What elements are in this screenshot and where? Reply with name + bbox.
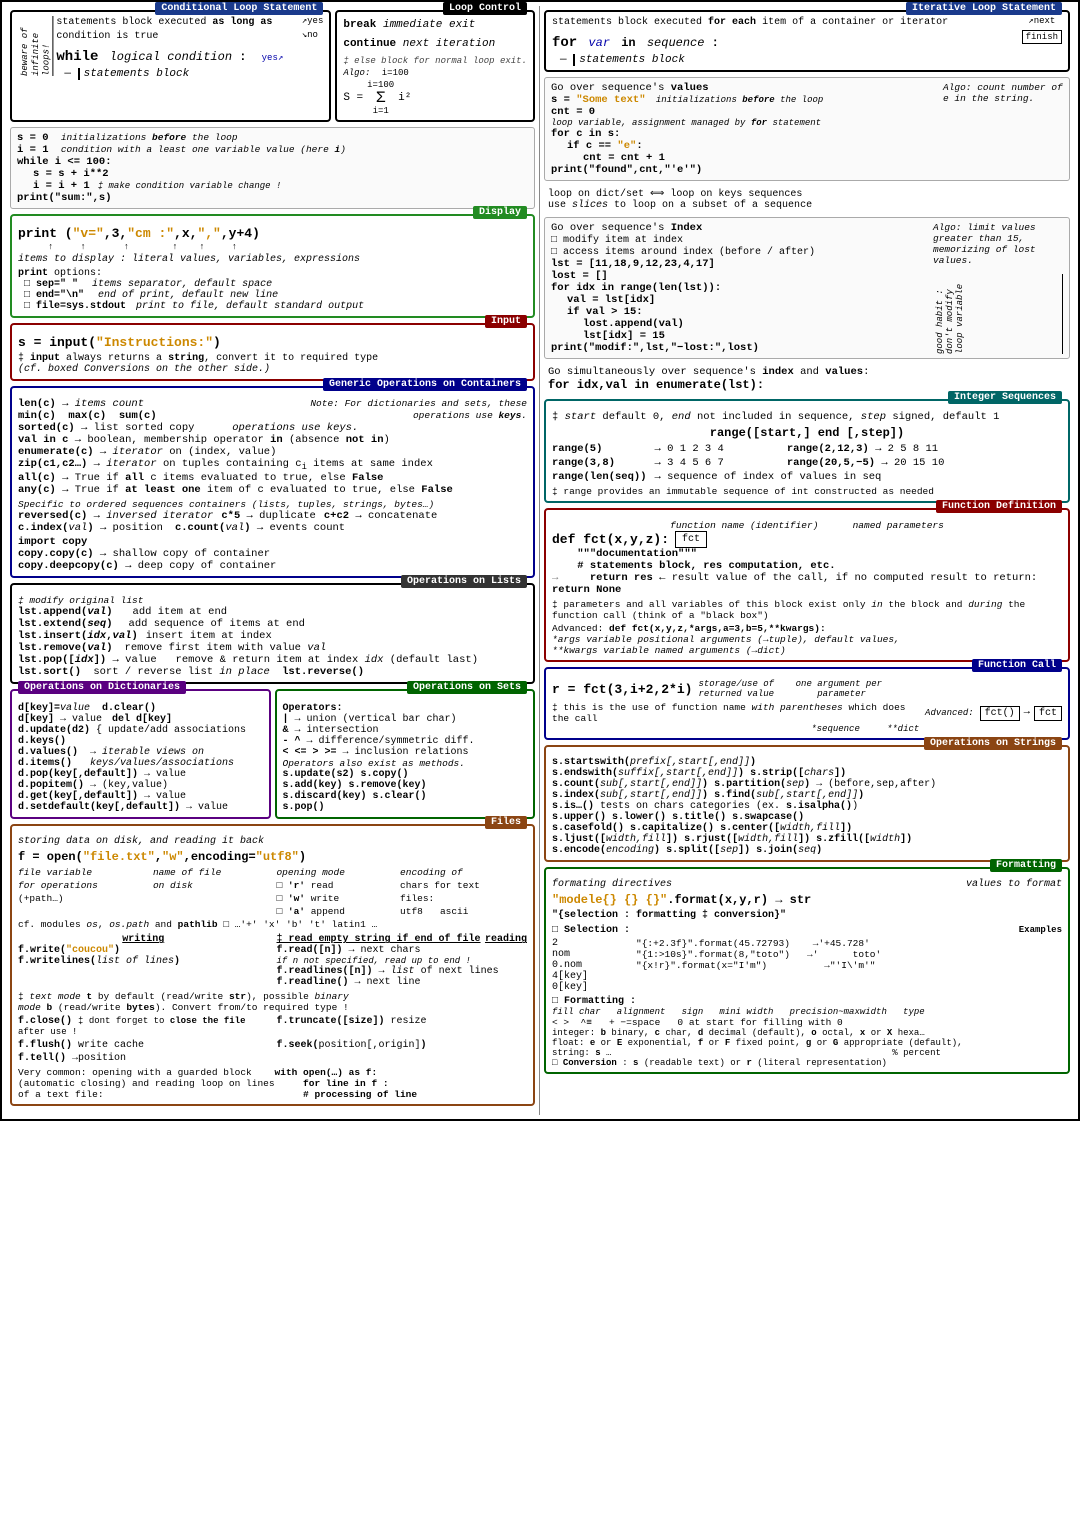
else-note: ‡ else block for normal loop exit. bbox=[343, 56, 527, 66]
formatting-title: Formatting bbox=[990, 859, 1062, 872]
input-cf-note: (cf. boxed Conversions on the other side… bbox=[18, 364, 527, 375]
ops-dict-content: d[key]=value d.clear() d[key] → value de… bbox=[18, 703, 263, 813]
str-ops-title: Operations on Strings bbox=[924, 737, 1062, 750]
for-example-values: Go over sequence's values s = "Some text… bbox=[544, 77, 1070, 181]
ops-lists-title: Operations on Lists bbox=[401, 575, 527, 588]
int-seq-content: ‡ start default 0, end not included in s… bbox=[552, 411, 1062, 497]
ops-lists-section: Operations on Lists ‡ modify original li… bbox=[10, 583, 535, 684]
print-file: □ file=sys.stdout print to file, default… bbox=[24, 301, 527, 312]
yes-no-label: ↗yes ↘no bbox=[302, 16, 324, 80]
for-loop-notes: loop on dict/set ⟺ loop on keys sequence… bbox=[544, 186, 1070, 213]
right-column: Iterative Loop Statement statements bloc… bbox=[540, 6, 1074, 1115]
generic-ops-section: Generic Operations on Containers len(c) … bbox=[10, 386, 535, 578]
while-ex-body: s = s + i**2 i = i + 1 ‡ make condition … bbox=[17, 168, 528, 192]
generic-ops-title: Generic Operations on Containers bbox=[323, 378, 527, 391]
ops-sets-title: Operations on Sets bbox=[407, 681, 527, 694]
algo-note: Algo: i=100 bbox=[343, 68, 527, 78]
input-note: ‡ input always returns a string, convert… bbox=[18, 353, 527, 364]
files-section: Files storing data on disk, and reading … bbox=[10, 824, 535, 1106]
loop-control-content: break immediate exit continue next itera… bbox=[343, 16, 527, 53]
formatting-section: Formatting formating directives values t… bbox=[544, 867, 1070, 1074]
formatting-content: formating directives values to format "m… bbox=[552, 879, 1062, 1068]
ops-sets-section: Operations on Sets Operators: | → union … bbox=[275, 689, 536, 819]
fct-box: fct bbox=[675, 531, 707, 548]
input-syntax: s = input("Instructions:") bbox=[18, 335, 527, 350]
display-title: Display bbox=[473, 206, 527, 219]
while-ex-line2: i = 1 condition with a least one variabl… bbox=[17, 144, 528, 156]
print-arrows: ↑ ↑ ↑ ↑ ↑ ↑ bbox=[18, 242, 527, 252]
fct-call-box: fct() bbox=[980, 706, 1020, 721]
int-seq-section: Integer Sequences ‡ start default 0, end… bbox=[544, 399, 1070, 503]
files-content: storing data on disk, and reading it bac… bbox=[18, 836, 527, 1100]
for-example-index: Go over sequence's Index □ modify item a… bbox=[544, 217, 1070, 359]
int-seq-title: Integer Sequences bbox=[948, 391, 1062, 404]
print-end: □ end="\n" end of print, default new lin… bbox=[24, 290, 527, 301]
while-loop-title: Conditional Loop Statement bbox=[155, 2, 323, 15]
display-items-desc: items to display : literal values, varia… bbox=[18, 254, 527, 265]
enumerate-section: Go simultaneously over sequence's index … bbox=[544, 364, 1070, 394]
loop-control-section: Loop Control break immediate exit contin… bbox=[335, 10, 535, 122]
ops-dict-title: Operations on Dictionaries bbox=[18, 681, 186, 694]
fct-result-box: fct bbox=[1034, 706, 1062, 721]
left-column: Conditional Loop Statement beware of inf… bbox=[6, 6, 540, 1115]
generic-ops-content: len(c) → items count Note: For dictionar… bbox=[18, 398, 527, 572]
page: Conditional Loop Statement beware of inf… bbox=[0, 0, 1080, 1121]
ops-sets-content: Operators: | → union (vertical bar char)… bbox=[283, 703, 528, 813]
print-sep: □ sep=" " items separator, default space bbox=[24, 279, 527, 290]
while-ex-while: while i <= 100: bbox=[17, 156, 528, 168]
func-def-title: Function Definition bbox=[936, 500, 1062, 513]
func-call-title: Function Call bbox=[972, 659, 1062, 672]
while-loop-desc: statements block executed as long as con… bbox=[56, 16, 297, 44]
for-loop-title: Iterative Loop Statement bbox=[906, 2, 1062, 15]
for-loop-section: Iterative Loop Statement statements bloc… bbox=[544, 10, 1070, 72]
print-options: print options: bbox=[18, 268, 527, 279]
ops-lists-content: ‡ modify original list lst.append(val)ad… bbox=[18, 595, 527, 678]
while-example: s = 0 initializations before the loop i … bbox=[10, 127, 535, 209]
while-stmt: — statements block bbox=[64, 68, 297, 80]
display-section: Display print ("v=",3,"cm :",x,",",y+4) … bbox=[10, 214, 535, 318]
infinite-loops-label: beware of infinite loops! bbox=[18, 16, 53, 76]
str-ops-section: Operations on Strings s.startswith(prefi… bbox=[544, 745, 1070, 862]
ops-dict-section: Operations on Dictionaries d[key]=value … bbox=[10, 689, 271, 819]
func-def-section: Function Definition function name (ident… bbox=[544, 508, 1070, 662]
sigma-formula: S = i=100 Σ i=1 i² bbox=[343, 80, 527, 116]
loop-control-title: Loop Control bbox=[443, 2, 527, 15]
files-title: Files bbox=[485, 816, 527, 829]
func-def-content: function name (identifier) named paramet… bbox=[552, 520, 1062, 656]
input-section: Input s = input("Instructions:") ‡ input… bbox=[10, 323, 535, 381]
input-title: Input bbox=[485, 315, 527, 328]
display-main: print ("v=",3,"cm :",x,",",y+4) bbox=[18, 226, 527, 241]
while-ex-print: print("sum:",s) bbox=[17, 192, 528, 204]
while-loop-section: Conditional Loop Statement beware of inf… bbox=[10, 10, 331, 122]
for-loop-content: statements block executed for each item … bbox=[552, 16, 1062, 66]
dict-sets-grid: Operations on Dictionaries d[key]=value … bbox=[10, 689, 535, 819]
while-ex-line1: s = 0 initializations before the loop bbox=[17, 132, 528, 144]
while-syntax: while logical condition : yes↗ bbox=[56, 47, 297, 68]
func-call-section: Function Call r = fct(3,i+2,2*i) storage… bbox=[544, 667, 1070, 740]
str-ops-content: s.startswith(prefix[,start[,end]]) s.end… bbox=[552, 757, 1062, 856]
func-call-content: r = fct(3,i+2,2*i) storage/use of one ar… bbox=[552, 679, 1062, 734]
